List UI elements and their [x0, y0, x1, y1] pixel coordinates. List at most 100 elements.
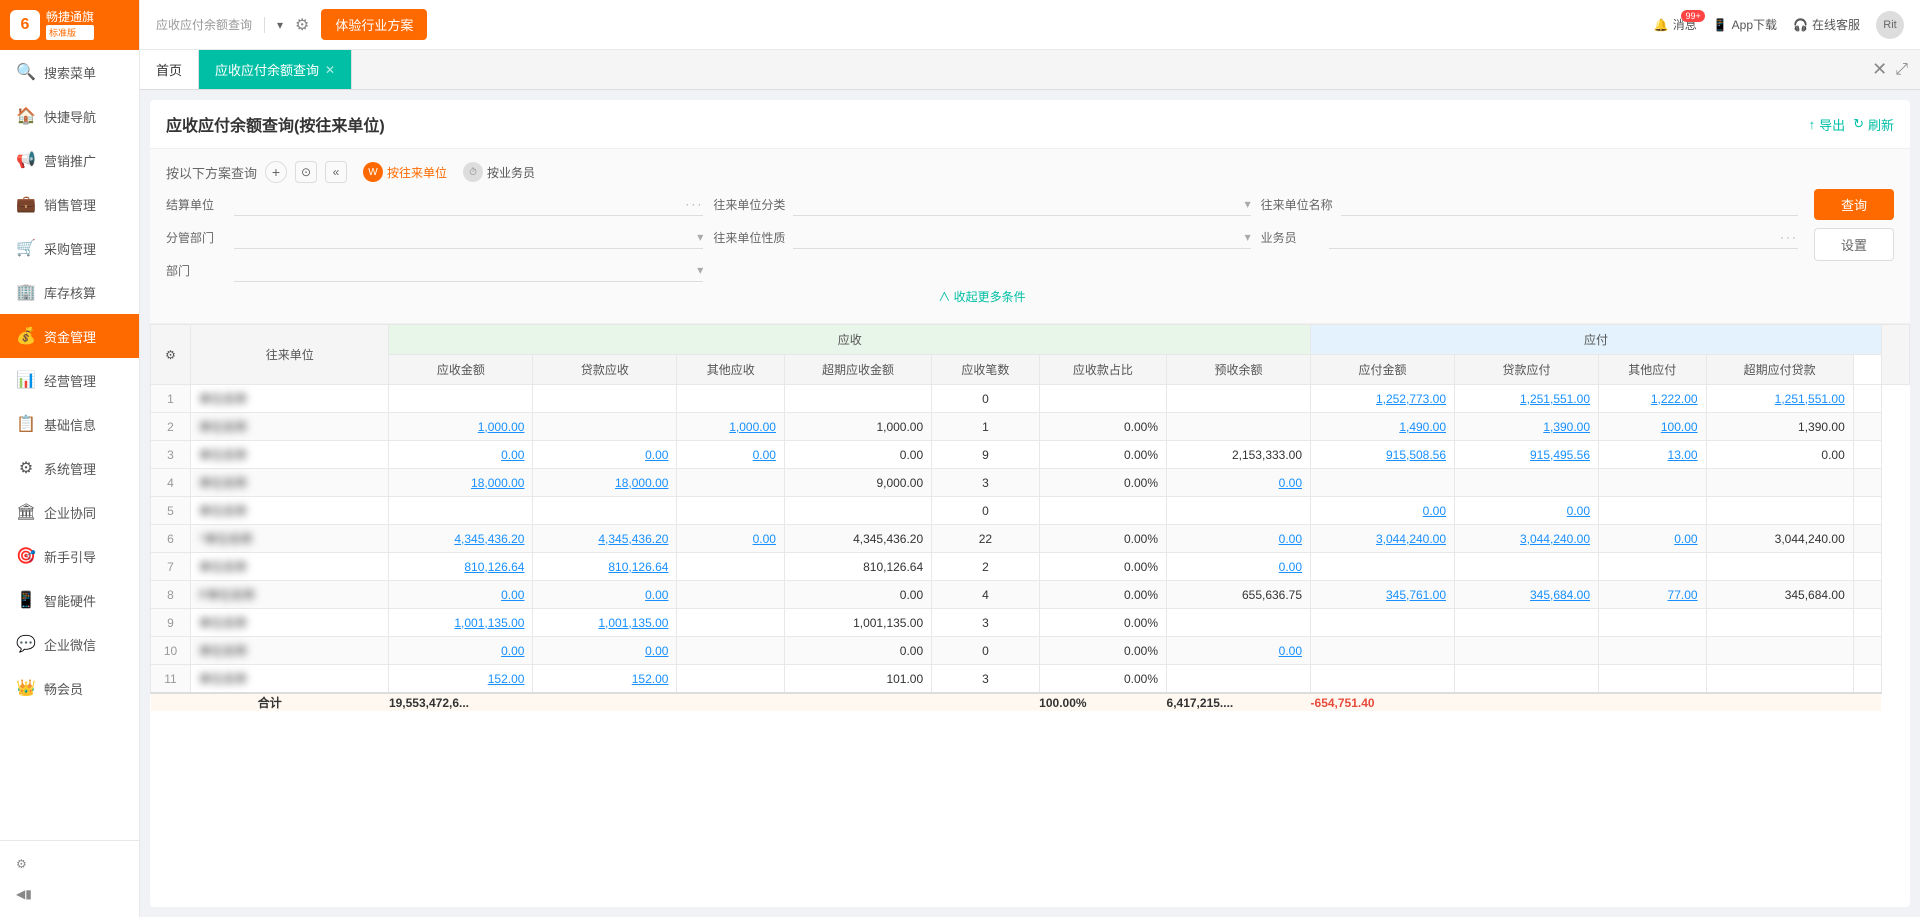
other-ap-cell[interactable]: 100.00 [1599, 413, 1707, 441]
ap-amount-cell[interactable]: 0.00 [1311, 497, 1455, 525]
settlement-unit-dots[interactable]: ··· [685, 197, 703, 211]
notification-btn[interactable]: 🔔 消息 99+ [1654, 16, 1697, 33]
loan-ap-cell[interactable]: 1,251,551.00 [1455, 385, 1599, 413]
manage-dept-chevron[interactable]: ▾ [697, 230, 703, 244]
refresh-btn[interactable]: ↻ 刷新 [1853, 115, 1894, 134]
sidebar-item-hardware[interactable]: 📱 智能硬件 [0, 578, 139, 622]
manage-dept-input[interactable] [234, 226, 697, 248]
scheme-by-salesman[interactable]: ⏱ 按业务员 [463, 162, 535, 182]
query-btn[interactable]: 查询 [1814, 189, 1894, 220]
sidebar-item-search[interactable]: 🔍 搜索菜单 [0, 50, 139, 94]
loan-ap-cell[interactable]: 1,390.00 [1455, 413, 1599, 441]
other-ap-cell[interactable]: 1,222.00 [1599, 385, 1707, 413]
unit-category-input[interactable] [793, 193, 1244, 215]
collapse-more-btn[interactable]: ∧ 收起更多条件 [166, 282, 1798, 311]
sidebar-collapse[interactable]: ◀▮ [0, 879, 139, 909]
unit-cell: ^单位名称 [191, 525, 389, 553]
sidebar-item-purchase[interactable]: 🛒 采购管理 [0, 226, 139, 270]
sidebar-item-sales[interactable]: 💼 销售管理 [0, 182, 139, 226]
loan-ap-cell[interactable]: 0.00 [1455, 497, 1599, 525]
sidebar-settings[interactable]: ⚙ [0, 849, 139, 879]
loan-ar-cell[interactable]: 0.00 [533, 441, 677, 469]
ap-amount-cell[interactable]: 915,508.56 [1311, 441, 1455, 469]
filter-settings-icon-btn[interactable]: ⊙ [295, 161, 317, 183]
app-download-btn[interactable]: 📱 App下载 [1713, 16, 1777, 33]
ar-amount-cell[interactable]: 1,000.00 [389, 413, 533, 441]
other-ap-cell[interactable]: 0.00 [1599, 525, 1707, 553]
prepay-cell[interactable]: 0.00 [1167, 525, 1311, 553]
user-menu[interactable]: Rit [1876, 11, 1904, 39]
setting-btn[interactable]: 设置 [1814, 228, 1894, 261]
sidebar-item-marketing[interactable]: 📢 营销推广 [0, 138, 139, 182]
export-icon: ↑ [1809, 117, 1816, 132]
loan-ar-cell[interactable]: 0.00 [533, 581, 677, 609]
maximize-btn[interactable]: ⤢ [1895, 61, 1908, 79]
sidebar-item-system[interactable]: ⚙ 系统管理 [0, 446, 139, 490]
ar-amount-cell[interactable]: 152.00 [389, 665, 533, 694]
other-ar-cell[interactable]: 1,000.00 [677, 413, 785, 441]
unit-nature-chevron[interactable]: ▾ [1245, 230, 1251, 244]
tab-ar-ap[interactable]: 应收应付余额查询 ✕ [199, 50, 352, 89]
tab-close-btn[interactable]: ✕ [325, 63, 335, 77]
loan-ar-cell[interactable]: 152.00 [533, 665, 677, 694]
filter-add-btn[interactable]: + [265, 161, 287, 183]
ar-amount-cell[interactable]: 0.00 [389, 581, 533, 609]
loan-ar-cell[interactable]: 4,345,436.20 [533, 525, 677, 553]
ap-amount-cell[interactable]: 1,490.00 [1311, 413, 1455, 441]
ar-amount-cell[interactable]: 4,345,436.20 [389, 525, 533, 553]
prepay-cell[interactable]: 0.00 [1167, 637, 1311, 665]
loan-ar-cell[interactable]: 810,126.64 [533, 553, 677, 581]
ar-amount-cell[interactable]: 1,001,135.00 [389, 609, 533, 637]
ar-amount-cell[interactable]: 810,126.64 [389, 553, 533, 581]
scheme-by-unit[interactable]: W 按往来单位 [363, 162, 447, 182]
industry-btn[interactable]: 体验行业方案 [321, 9, 427, 40]
loan-ap-cell[interactable]: 915,495.56 [1455, 441, 1599, 469]
filter-collapse-btn[interactable]: « [325, 161, 347, 183]
settlement-unit-input[interactable] [234, 193, 685, 215]
salesman-input[interactable] [1329, 226, 1780, 248]
prepay-cell[interactable]: 0.00 [1167, 469, 1311, 497]
prepay-cell[interactable]: 0.00 [1167, 553, 1311, 581]
sidebar-item-quick[interactable]: 🏠 快捷导航 [0, 94, 139, 138]
sidebar-item-operation[interactable]: 📊 经营管理 [0, 358, 139, 402]
overdue-ar-cell [784, 385, 931, 413]
ap-amount-cell[interactable]: 1,252,773.00 [1311, 385, 1455, 413]
unit-nature-input[interactable] [793, 226, 1244, 248]
salesman-dots[interactable]: ··· [1780, 230, 1798, 244]
loan-ar-cell[interactable]: 1,001,135.00 [533, 609, 677, 637]
header-gear-btn[interactable]: ⚙ [295, 15, 309, 35]
sidebar-item-finance[interactable]: 💰 资金管理 [0, 314, 139, 358]
other-ap-cell[interactable]: 77.00 [1599, 581, 1707, 609]
ar-amount-cell[interactable]: 0.00 [389, 441, 533, 469]
sidebar-item-basic[interactable]: 📋 基础信息 [0, 402, 139, 446]
overdue-ap-cell[interactable]: 1,251,551.00 [1706, 385, 1853, 413]
unit-category-chevron[interactable]: ▾ [1245, 197, 1251, 211]
other-ap-cell[interactable]: 13.00 [1599, 441, 1707, 469]
loan-ar-cell[interactable]: 18,000.00 [533, 469, 677, 497]
close-window-btn[interactable]: ✕ [1872, 59, 1887, 80]
tab-home[interactable]: 首页 [140, 50, 199, 89]
ap-amount-cell[interactable]: 345,761.00 [1311, 581, 1455, 609]
loan-ap-cell[interactable]: 345,684.00 [1455, 581, 1599, 609]
dept-chevron[interactable]: ▾ [697, 263, 703, 277]
table-row: 6 ^单位名称 4,345,436.20 4,345,436.20 0.00 4… [151, 525, 1910, 553]
sidebar-item-wechat[interactable]: 💬 企业微信 [0, 622, 139, 666]
table-settings-gear[interactable]: ⚙ [165, 348, 176, 362]
sidebar-item-enterprise[interactable]: 🏛 企业协同 [0, 490, 139, 534]
header-dropdown[interactable]: ▾ [277, 18, 283, 32]
unit-name-input[interactable] [1341, 193, 1798, 216]
export-btn[interactable]: ↑ 导出 [1809, 115, 1846, 134]
sidebar-item-member[interactable]: 👑 畅会员 [0, 666, 139, 710]
loan-ap-cell[interactable]: 3,044,240.00 [1455, 525, 1599, 553]
other-ar-cell[interactable]: 0.00 [677, 441, 785, 469]
loan-ar-cell[interactable]: 0.00 [533, 637, 677, 665]
ar-amount-cell[interactable]: 0.00 [389, 637, 533, 665]
sidebar-item-guide[interactable]: 🎯 新手引导 [0, 534, 139, 578]
ar-amount-cell[interactable]: 18,000.00 [389, 469, 533, 497]
sidebar-item-inventory[interactable]: 🏢 库存核算 [0, 270, 139, 314]
other-ar-col: 其他应收 [677, 355, 785, 385]
dept-input[interactable] [234, 259, 697, 281]
other-ar-cell[interactable]: 0.00 [677, 525, 785, 553]
online-service-btn[interactable]: 🎧 在线客服 [1793, 16, 1860, 33]
ap-amount-cell[interactable]: 3,044,240.00 [1311, 525, 1455, 553]
